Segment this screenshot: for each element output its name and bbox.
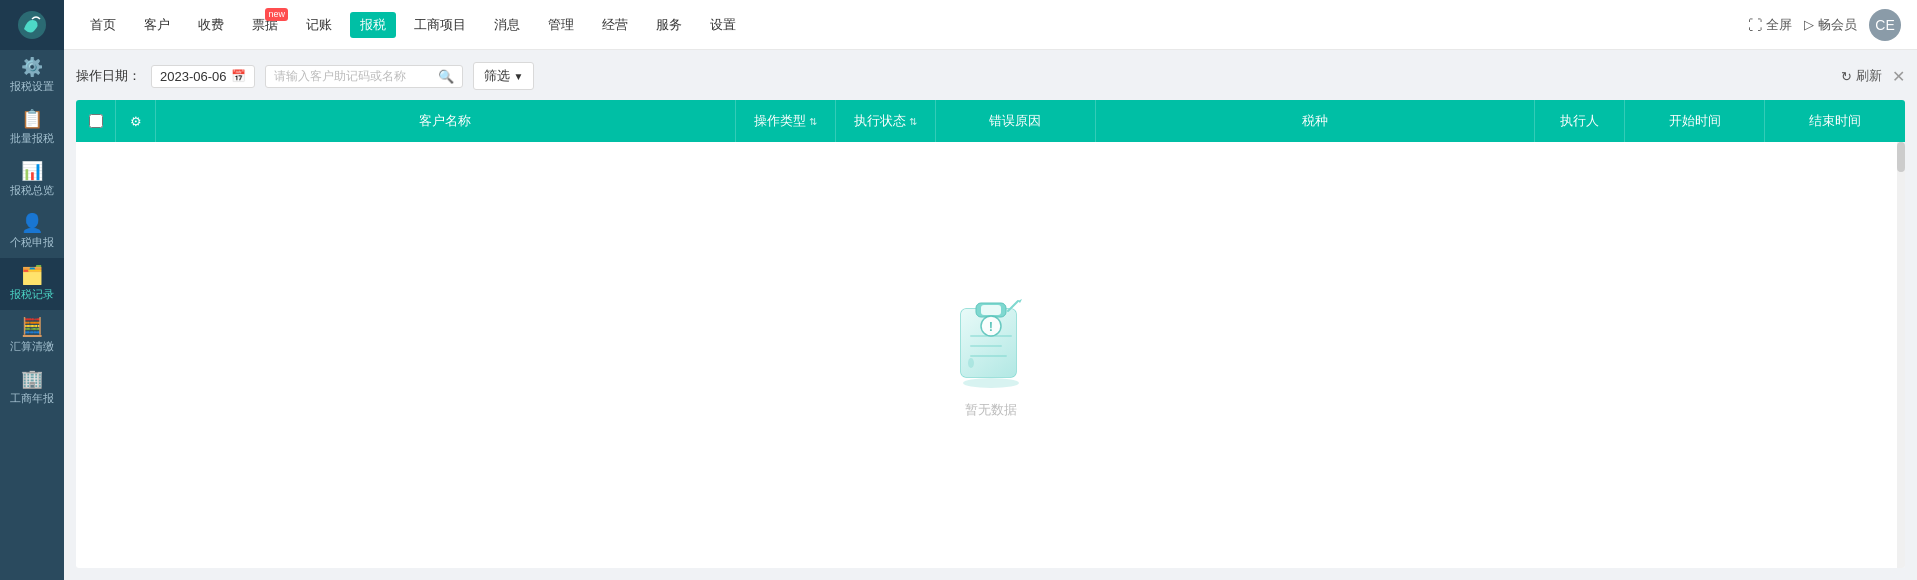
nav-operations[interactable]: 经营	[592, 12, 638, 38]
svg-point-13	[968, 358, 974, 368]
nav-invoice[interactable]: 票据 new	[242, 12, 288, 38]
person-icon: 👤	[21, 214, 43, 232]
date-label: 操作日期：	[76, 67, 141, 85]
gear-icon: ⚙	[130, 114, 142, 129]
sidebar-item-tax-settings[interactable]: ⚙️ 报税设置	[0, 50, 64, 102]
sort-icon-status: ⇅	[909, 116, 917, 127]
chevron-down-icon: ▼	[514, 71, 524, 82]
toolbar-right: ↻ 刷新 ✕	[1841, 67, 1905, 86]
th-error: 错误原因	[936, 100, 1096, 142]
nav-industry[interactable]: 工商项目	[404, 12, 476, 38]
calc-icon: 🧮	[21, 318, 43, 336]
nav-customers[interactable]: 客户	[134, 12, 180, 38]
th-start-time: 开始时间	[1625, 100, 1765, 142]
sort-icon-op-type: ⇅	[809, 116, 817, 127]
scroll-thumb[interactable]	[1897, 142, 1905, 172]
th-op-type[interactable]: 操作类型 ⇅	[736, 100, 836, 142]
filter-button[interactable]: 筛选 ▼	[473, 62, 535, 90]
date-picker[interactable]: 2023-06-06 📅	[151, 65, 255, 88]
nav-manage[interactable]: 管理	[538, 12, 584, 38]
th-executor: 执行人	[1535, 100, 1625, 142]
th-checkbox[interactable]	[76, 100, 116, 142]
fullscreen-btn[interactable]: ⛶ 全屏	[1748, 16, 1792, 34]
empty-illustration: ! 暂无数据	[946, 291, 1036, 419]
sidebar-logo[interactable]	[0, 0, 64, 50]
search-box: 🔍	[265, 65, 463, 88]
overview-icon: 📊	[21, 162, 43, 180]
nav-messages[interactable]: 消息	[484, 12, 530, 38]
sidebar-item-tax-records[interactable]: 🗂️ 报税记录	[0, 258, 64, 310]
th-tax: 税种	[1096, 100, 1535, 142]
toolbar: 操作日期： 2023-06-06 📅 🔍 筛选 ▼ ↻ 刷新 ✕	[76, 62, 1905, 90]
nav-accounts[interactable]: 记账	[296, 12, 342, 38]
nav-service[interactable]: 服务	[646, 12, 692, 38]
batch-icon: 📋	[21, 110, 43, 128]
new-badge: new	[265, 8, 288, 22]
avatar[interactable]: CE	[1869, 9, 1901, 41]
scroll-track[interactable]	[1897, 142, 1905, 568]
table-header: ⚙ 客户名称 操作类型 ⇅ 执行状态 ⇅ 错误原因 税种	[76, 100, 1905, 142]
refresh-icon: ↻	[1841, 69, 1852, 84]
annual-icon: 🏢	[21, 370, 43, 388]
sidebar-item-calc-pay[interactable]: 🧮 汇算清缴	[0, 310, 64, 362]
member-btn[interactable]: ▷ 畅会员	[1804, 16, 1857, 34]
nav-right: ⛶ 全屏 ▷ 畅会员 CE	[1748, 9, 1901, 41]
table-container: ⚙ 客户名称 操作类型 ⇅ 执行状态 ⇅ 错误原因 税种	[76, 100, 1905, 568]
sidebar-item-annual-report[interactable]: 🏢 工商年报	[0, 362, 64, 414]
sidebar: ⚙️ 报税设置 📋 批量报税 📊 报税总览 👤 个税申报 🗂️ 报税记录 🧮 汇…	[0, 0, 64, 580]
select-all-checkbox[interactable]	[89, 114, 103, 128]
main-content: 首页 客户 收费 票据 new 记账 报税 工商项目 消息 管理 经营 服务 设…	[64, 0, 1917, 580]
sidebar-item-tax-overview[interactable]: 📊 报税总览	[0, 154, 64, 206]
table-body: ! 暂无数据	[76, 142, 1905, 568]
nav-home[interactable]: 首页	[80, 12, 126, 38]
sidebar-item-personal-tax[interactable]: 👤 个税申报	[0, 206, 64, 258]
th-gear[interactable]: ⚙	[116, 100, 156, 142]
close-button[interactable]: ✕	[1892, 67, 1905, 86]
nav-billing[interactable]: 收费	[188, 12, 234, 38]
page-area: 操作日期： 2023-06-06 📅 🔍 筛选 ▼ ↻ 刷新 ✕	[64, 50, 1917, 580]
nav-settings[interactable]: 设置	[700, 12, 746, 38]
calendar-icon: 📅	[231, 69, 246, 83]
svg-text:!: !	[988, 319, 992, 334]
svg-marker-12	[1018, 299, 1022, 303]
top-nav: 首页 客户 收费 票据 new 记账 报税 工商项目 消息 管理 经营 服务 设…	[64, 0, 1917, 50]
refresh-button[interactable]: ↻ 刷新	[1841, 67, 1882, 85]
th-end-time: 结束时间	[1765, 100, 1905, 142]
svg-rect-5	[981, 305, 1001, 315]
date-value: 2023-06-06	[160, 69, 227, 84]
fullscreen-icon: ⛶	[1748, 17, 1762, 33]
empty-text: 暂无数据	[965, 401, 1017, 419]
search-icon[interactable]: 🔍	[438, 69, 454, 84]
settings-icon: ⚙️	[21, 58, 43, 76]
th-status[interactable]: 执行状态 ⇅	[836, 100, 936, 142]
empty-icon: !	[946, 291, 1036, 391]
play-icon: ▷	[1804, 17, 1814, 32]
th-customer-name: 客户名称	[156, 100, 736, 142]
svg-point-1	[963, 378, 1019, 388]
records-icon: 🗂️	[21, 266, 43, 284]
sidebar-item-batch-tax[interactable]: 📋 批量报税	[0, 102, 64, 154]
search-input[interactable]	[274, 69, 434, 83]
nav-tax[interactable]: 报税	[350, 12, 396, 38]
